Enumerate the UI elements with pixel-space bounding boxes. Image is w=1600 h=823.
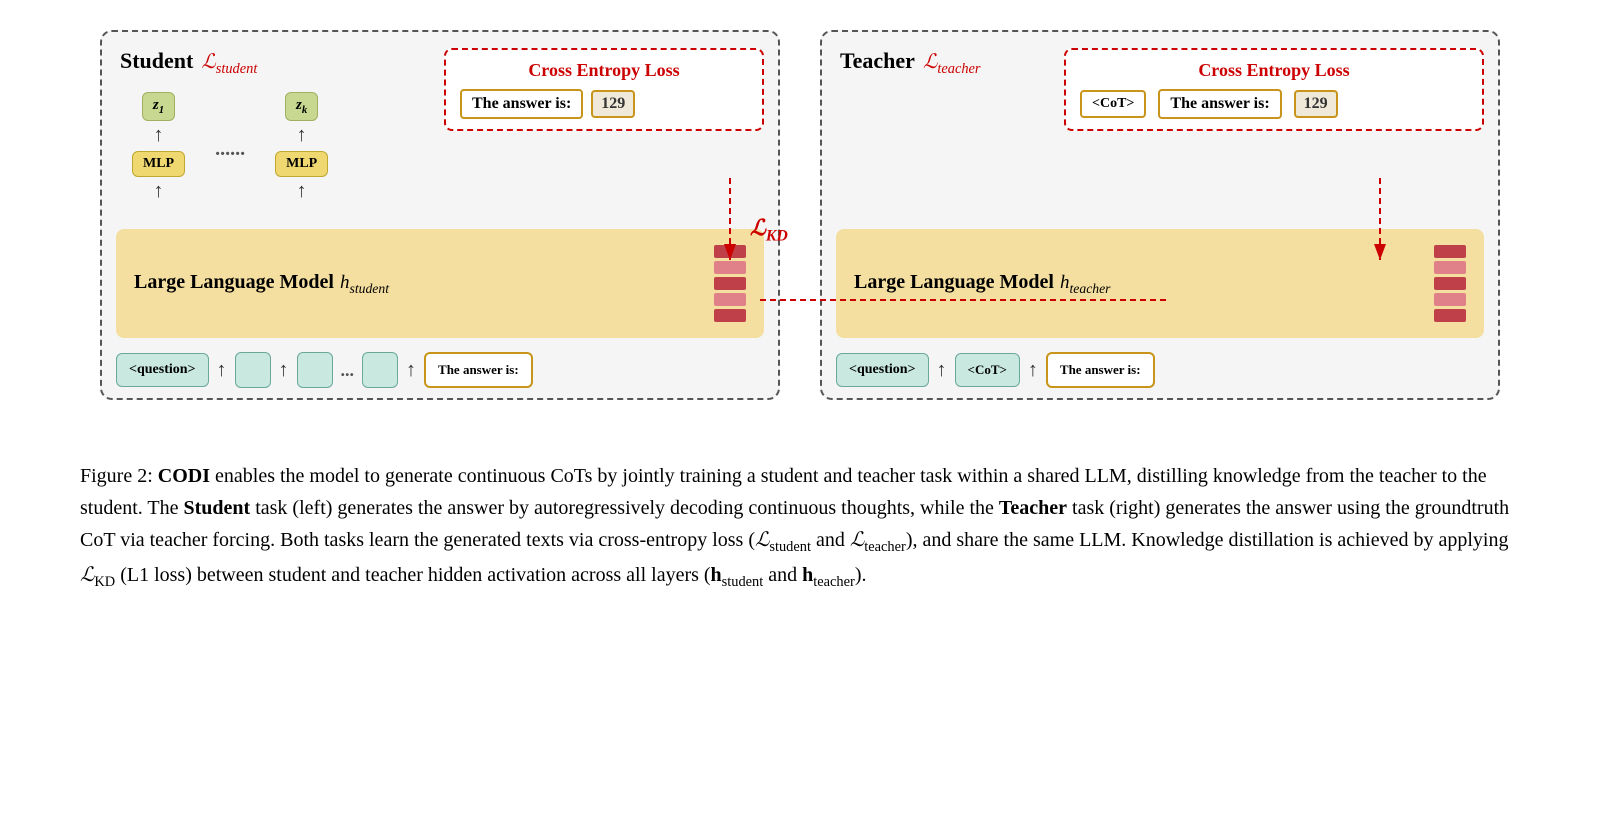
t-h-block-3	[1434, 277, 1466, 290]
caption-l-student-sub: student	[769, 539, 811, 555]
student-cel-box: Cross Entropy Loss The answer is: 129	[444, 48, 764, 131]
up-arrow-z1: ↑	[154, 125, 164, 145]
student-token-3	[362, 352, 398, 388]
student-mlp1: MLP	[132, 151, 185, 177]
student-tokens-row: <question> ↑ ↑ ... ↑ The answer is:	[116, 352, 764, 388]
t-h-block-5	[1434, 309, 1466, 322]
teacher-token-question: <question>	[836, 353, 929, 387]
teacher-h-stack	[1434, 245, 1466, 322]
h-block-4	[714, 293, 746, 306]
h-block-1	[714, 245, 746, 258]
student-cel-title: Cross Entropy Loss	[460, 60, 748, 81]
student-mlp2: MLP	[275, 151, 328, 177]
caption-l-student: ℒ	[755, 529, 769, 551]
t-h-block-2	[1434, 261, 1466, 274]
teacher-panel: Teacher ℒteacher Cross Entropy Loss <CoT…	[820, 30, 1500, 400]
teacher-token-answer: The answer is:	[1046, 352, 1155, 388]
h-block-3	[714, 277, 746, 290]
student-h-stack	[714, 245, 746, 322]
student-z1-col: z1 ↑ MLP ↑	[132, 92, 185, 201]
teacher-title: Teacher	[840, 48, 915, 74]
arrow-up-3: ↑	[406, 360, 416, 380]
t-arrow-up-cot: ↑	[1028, 360, 1038, 380]
teacher-tokens-row: <question> ↑ <CoT> ↑ The answer is:	[836, 352, 1484, 388]
student-loss-label: ℒstudent	[201, 49, 257, 78]
caption-prefix: Figure 2:	[80, 465, 158, 487]
t-h-block-1	[1434, 245, 1466, 258]
student-zk-col: zk ↑ MLP ↑	[275, 92, 328, 201]
up-arrow-zk: ↑	[297, 125, 307, 145]
teacher-loss-label: ℒteacher	[923, 49, 981, 78]
up-arrow-mlpk: ↑	[297, 181, 307, 201]
student-answer-text: The answer is:	[460, 89, 583, 119]
student-title: Student	[120, 48, 193, 74]
teacher-cel-title: Cross Entropy Loss	[1080, 60, 1468, 81]
student-llm-title: Large Language Model	[134, 271, 334, 294]
teacher-llm-title: Large Language Model	[854, 271, 1054, 294]
teacher-loss-sub: teacher	[937, 61, 980, 77]
caption-codi: CODI	[158, 465, 210, 487]
teacher-cot-box: <CoT>	[1080, 90, 1146, 118]
h-block-5	[714, 309, 746, 322]
token-dots: ...	[341, 360, 355, 381]
student-h-label: hstudent	[340, 272, 389, 297]
caption-text2: task (left) generates the answer by auto…	[250, 497, 999, 519]
arrow-up-q: ↑	[217, 360, 227, 380]
student-token-2	[297, 352, 333, 388]
student-token-1	[235, 352, 271, 388]
figure-caption: Figure 2: CODI enables the model to gene…	[60, 460, 1540, 594]
h-block-2	[714, 261, 746, 274]
kd-label: ℒKD	[750, 215, 788, 245]
teacher-h-sub: teacher	[1070, 280, 1111, 295]
caption-student-bold: Student	[184, 497, 251, 519]
student-z1-label: z1	[142, 92, 175, 121]
teacher-cel-box: Cross Entropy Loss <CoT> The answer is: …	[1064, 48, 1484, 131]
teacher-answer-number: 129	[1294, 90, 1338, 118]
up-arrow-mlp1: ↑	[154, 181, 164, 201]
teacher-h-label: hteacher	[1060, 272, 1111, 297]
student-token-question: <question>	[116, 353, 209, 387]
student-token-answer: The answer is:	[424, 352, 533, 388]
student-zk-label: zk	[285, 92, 318, 121]
dots-separator: ......	[215, 138, 245, 201]
caption-teacher-bold: Teacher	[999, 497, 1067, 519]
teacher-llm-row: Large Language Model hteacher	[836, 229, 1484, 338]
arrow-up-1: ↑	[279, 360, 289, 380]
student-loss-sub: student	[216, 61, 258, 77]
teacher-token-cot: <CoT>	[955, 353, 1020, 387]
t-arrow-up-q: ↑	[937, 360, 947, 380]
t-h-block-4	[1434, 293, 1466, 306]
student-h-sub: student	[350, 280, 390, 295]
teacher-answer-text: The answer is:	[1158, 89, 1281, 119]
student-llm-row: Large Language Model hstudent	[116, 229, 764, 338]
student-answer-number: 129	[591, 90, 635, 118]
student-panel: Student ℒstudent Cross Entropy Loss The …	[100, 30, 780, 400]
